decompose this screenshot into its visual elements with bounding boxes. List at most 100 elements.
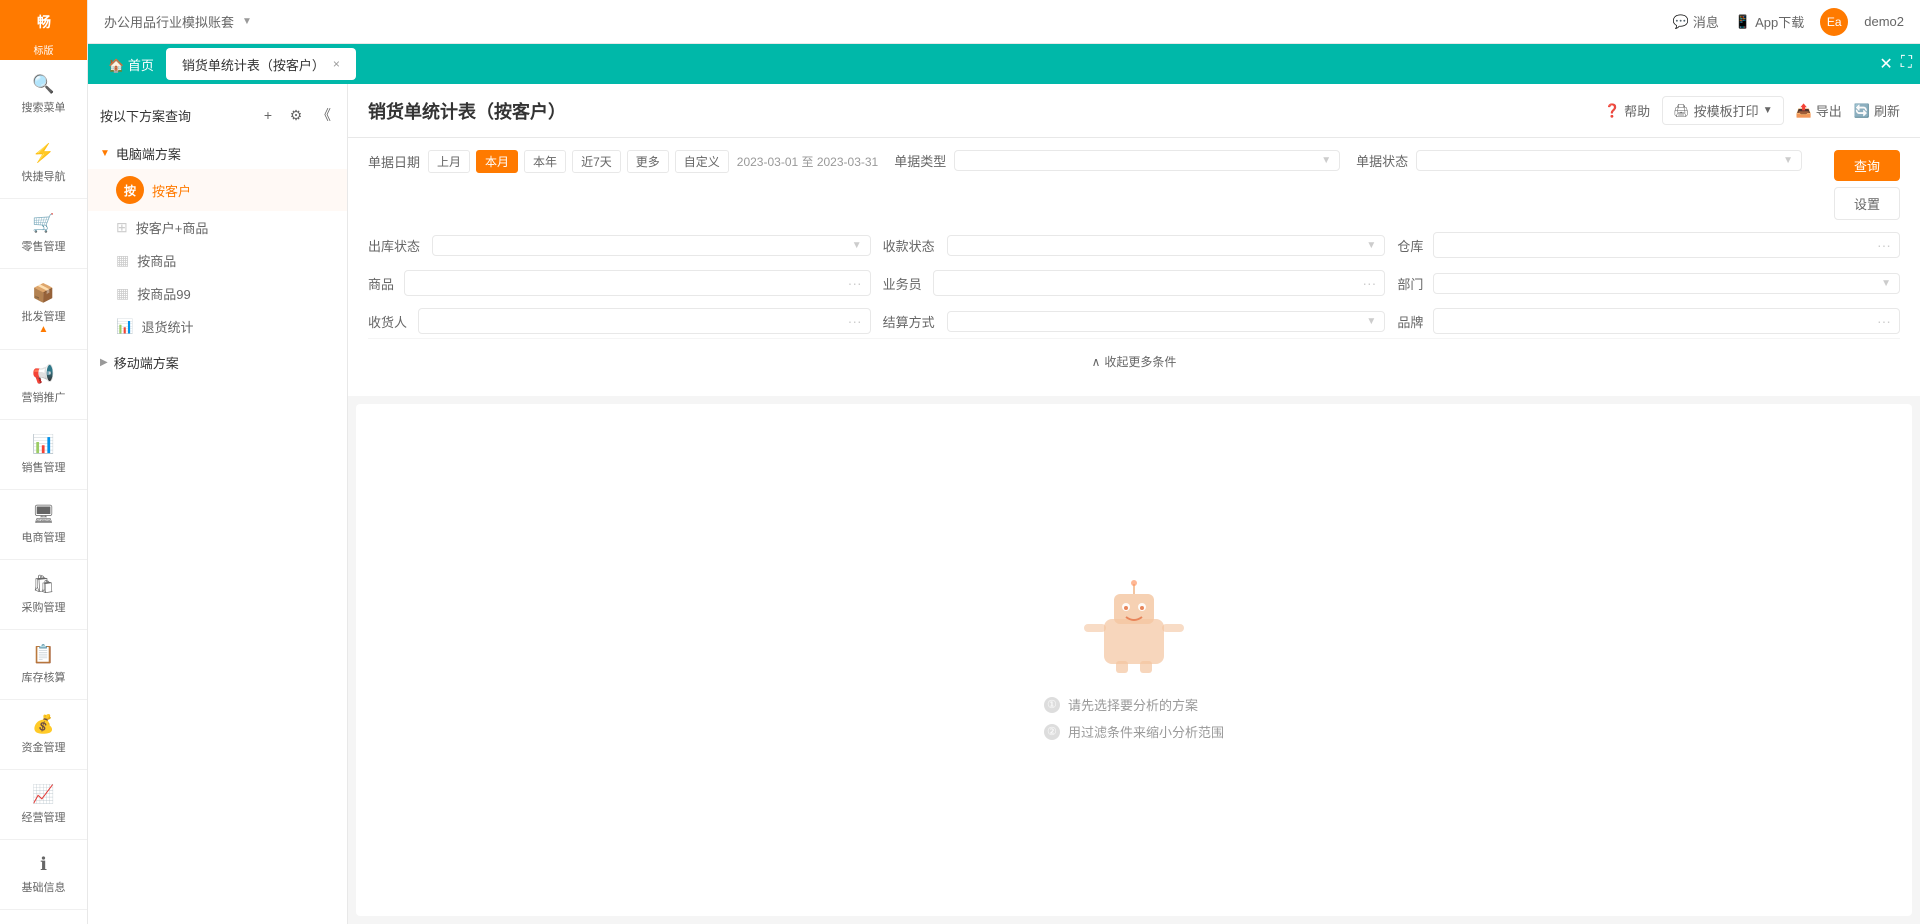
tab-sales-stats-label: 销货单统计表（按客户） (182, 55, 325, 74)
receive-status-label: 收款状态 (883, 236, 939, 255)
product-input[interactable]: ··· (404, 270, 871, 296)
tab-home[interactable]: 🏠 首页 (96, 55, 166, 74)
print-icon: 🖨 (1673, 103, 1690, 119)
warehouse-filter: 仓库 ··· (1397, 232, 1900, 258)
warehouse-input[interactable]: ··· (1433, 232, 1900, 258)
main-area: 办公用品行业模拟账套 ▼ 💬 消息 📱 App下载 Ea demo2 🏠 首页 … (88, 0, 1920, 924)
svg-text:畅: 畅 (37, 14, 51, 30)
sidebar-item-finance[interactable]: 💰 资金管理 (0, 700, 87, 770)
sidebar-item-sales-label: 销售管理 (22, 459, 66, 475)
refresh-link[interactable]: 🔄 刷新 (1854, 101, 1900, 120)
tab-bar-right: ✕ ⛶ (1879, 54, 1912, 74)
query-buttons-group: 查询 设置 (1818, 150, 1900, 220)
basic-icon: ℹ (40, 854, 47, 875)
brand-input[interactable]: ··· (1433, 308, 1900, 334)
salesperson-input[interactable]: ··· (933, 270, 1386, 296)
app-logo[interactable]: 畅 标版 (0, 0, 88, 60)
add-scheme-button[interactable]: + (257, 104, 279, 126)
payment-method-label: 结算方式 (883, 312, 939, 331)
tree-item-by-customer-product[interactable]: ⊞ 按客户+商品 (88, 211, 347, 244)
brand-label: 品牌 (1397, 312, 1425, 331)
message-action[interactable]: 💬 消息 (1673, 12, 1719, 31)
sidebar-item-basic-label: 基础信息 (22, 879, 66, 895)
industry-selector[interactable]: 办公用品行业模拟账套 ▼ (104, 12, 252, 31)
page-title-row: 销货单统计表（按客户） ❓ 帮助 🖨 按模板打印 ▼ 📤 (368, 96, 1900, 125)
tree-item-by-product[interactable]: ▦ 按商品 (88, 244, 347, 277)
table2-icon: ▦ (116, 285, 129, 302)
sidebar-item-marketing-label: 营销推广 (22, 389, 66, 405)
sidebar-item-shortcut-label: 快捷导航 (22, 168, 66, 184)
tab-sales-stats[interactable]: 销货单统计表（按客户） × (166, 48, 356, 80)
tree-group-desktop-header[interactable]: ▼ 电脑端方案 (88, 138, 347, 169)
help-link[interactable]: ❓ 帮助 (1604, 101, 1650, 120)
maximize-icon[interactable]: ⛶ (1901, 54, 1912, 74)
filter-row-2: 出库状态 ▼ 收款状态 ▼ 仓库 (368, 232, 1900, 258)
filter-area: 单据日期 上月 本月 本年 近7天 更多 自定义 2023-03-01 至 20… (348, 138, 1920, 396)
out-status-select[interactable]: ▼ (432, 235, 871, 256)
payment-method-arrow-icon: ▼ (1366, 316, 1376, 327)
sidebar-item-marketing[interactable]: 📢 营销推广 (0, 350, 87, 420)
date-quick-buttons: 上月 本月 本年 近7天 更多 自定义 (428, 150, 729, 173)
tree-group-mobile-header[interactable]: ▶ 移动端方案 (88, 347, 347, 378)
sidebar-item-wholesale[interactable]: 📦 批发管理 ▲ (0, 269, 87, 350)
sidebar-item-finance-label: 资金管理 (22, 739, 66, 755)
doc-status-label: 单据状态 (1356, 151, 1408, 170)
sidebar-item-sales[interactable]: 📊 销售管理 (0, 420, 87, 490)
settings-scheme-button[interactable]: ⚙ (285, 104, 307, 126)
collapse-button[interactable]: ∧ 收起更多条件 (1092, 347, 1177, 376)
department-arrow-icon: ▼ (1881, 278, 1891, 289)
settings-button[interactable]: 设置 (1834, 187, 1900, 220)
print-button[interactable]: 🖨 按模板打印 ▼ (1662, 96, 1783, 125)
sidebar-item-retail[interactable]: 🛒 零售管理 (0, 199, 87, 269)
doc-type-arrow-icon: ▼ (1321, 155, 1331, 166)
export-link[interactable]: 📤 导出 (1796, 101, 1842, 120)
sidebar-item-basic[interactable]: ℹ 基础信息 (0, 840, 87, 910)
arrow-down-icon: ▼ (100, 148, 110, 159)
collapse-label: 收起更多条件 (1104, 353, 1176, 370)
tree-item-return-stats-label: 退货统计 (141, 317, 193, 336)
sidebar-item-inventory-label: 库存核算 (22, 669, 66, 685)
consignee-input[interactable]: ··· (418, 308, 871, 334)
chevron-down-icon: ▼ (242, 16, 252, 27)
product-dots-icon: ··· (848, 275, 862, 291)
warehouse-dots-icon: ··· (1877, 237, 1891, 253)
ecommerce-icon: 🖥 (32, 504, 55, 525)
sidebar-item-search[interactable]: 🔍 搜索菜单 (0, 60, 87, 129)
tree-item-by-customer-label: 按客户 (152, 181, 191, 200)
tree-item-by-product99[interactable]: ▦ 按商品99 (88, 277, 347, 310)
date-btn-custom[interactable]: 自定义 (675, 150, 729, 173)
query-button[interactable]: 查询 (1834, 150, 1900, 181)
tree-group-desktop: ▼ 电脑端方案 按 按客户 ⊞ 按客户+商品 ▦ 按商品 ▦ 按商品99 (88, 138, 347, 343)
receive-status-select[interactable]: ▼ (947, 235, 1386, 256)
tree-group-desktop-label: 电脑端方案 (116, 144, 181, 163)
date-btn-more[interactable]: 更多 (627, 150, 669, 173)
sidebar-item-system[interactable]: ⚙ 系统管理 (0, 910, 87, 924)
avatar[interactable]: Ea (1820, 8, 1848, 36)
sidebar-item-shortcut[interactable]: ⚡ 快捷导航 (0, 129, 87, 199)
chart-icon: 📊 (116, 318, 133, 335)
sidebar-item-inventory[interactable]: 📋 库存核算 (0, 630, 87, 700)
collapse-panel-button[interactable]: 《 (313, 104, 335, 126)
date-btn-this-month[interactable]: 本月 (476, 150, 518, 173)
sidebar-item-purchase[interactable]: 🛍 采购管理 (0, 560, 87, 630)
date-range-display: 2023-03-01 至 2023-03-31 (737, 153, 878, 170)
filter-row-3: 商品 ··· 业务员 ··· 部门 (368, 270, 1900, 296)
doc-type-select[interactable]: ▼ (954, 150, 1340, 171)
date-btn-last-month[interactable]: 上月 (428, 150, 470, 173)
sidebar-item-ecommerce[interactable]: 🖥 电商管理 (0, 490, 87, 560)
tree-item-by-customer[interactable]: 按 按客户 (88, 169, 347, 211)
page-body: 按以下方案查询 + ⚙ 《 ▼ 电脑端方案 (88, 84, 1920, 924)
payment-method-select[interactable]: ▼ (947, 311, 1386, 332)
close-window-icon[interactable]: ✕ (1879, 54, 1892, 74)
sidebar-item-retail-label: 零售管理 (22, 238, 66, 254)
tab-close-icon[interactable]: × (333, 57, 340, 71)
tree-item-return-stats[interactable]: 📊 退货统计 (88, 310, 347, 343)
sidebar-item-operation[interactable]: 📈 经营管理 (0, 770, 87, 840)
department-select[interactable]: ▼ (1433, 273, 1900, 294)
date-btn-7days[interactable]: 近7天 (572, 150, 621, 173)
tree-item-by-customer-product-label: 按客户+商品 (136, 218, 209, 237)
date-btn-this-year[interactable]: 本年 (524, 150, 566, 173)
app-download-action[interactable]: 📱 App下载 (1735, 12, 1804, 31)
warehouse-label: 仓库 (1397, 236, 1425, 255)
doc-status-select[interactable]: ▼ (1416, 150, 1802, 171)
